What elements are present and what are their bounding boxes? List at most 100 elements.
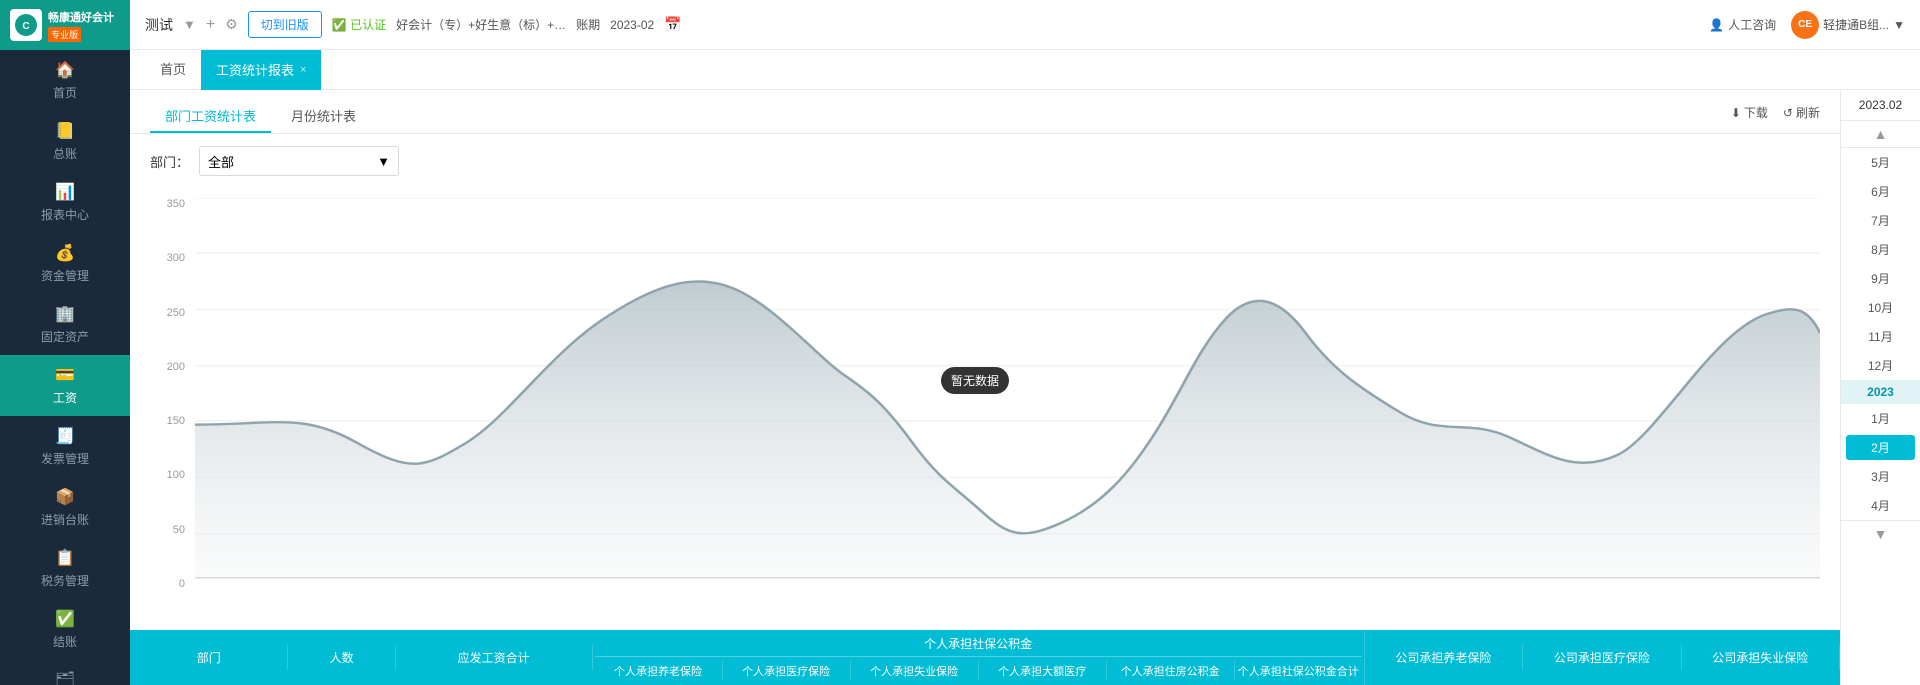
calendar-icon[interactable]: 📅: [664, 16, 681, 33]
sidebar-item-salary[interactable]: 💳 工资: [0, 355, 130, 416]
date-year-2023: 2023: [1841, 380, 1920, 404]
y-label-150: 150: [167, 415, 185, 427]
chart-svg-container: 暂无数据: [195, 198, 1820, 590]
date-month-10[interactable]: 10月: [1841, 293, 1920, 322]
y-label-350: 350: [167, 198, 185, 210]
topbar-right: 👤 人工咨询 CE 轻捷通B组... ▼: [1709, 11, 1905, 39]
th-g1-col2: 个人承担医疗保险: [723, 661, 851, 681]
y-label-250: 250: [167, 307, 185, 319]
funds-icon: 💰: [55, 243, 75, 263]
sidebar-item-label: 发票管理: [41, 450, 89, 467]
th-g1-col3: 个人承担失业保险: [851, 661, 979, 681]
dept-filter-select[interactable]: 全部 ▼: [199, 146, 399, 176]
help-btn[interactable]: 👤 人工咨询: [1709, 16, 1776, 33]
invoices-icon: 🧾: [55, 426, 75, 446]
th-group1-subs: 个人承担养老保险 个人承担医疗保险 个人承担失业保险 个人承担大额医疗 个人承担…: [595, 661, 1362, 681]
date-month-jan[interactable]: 1月: [1841, 404, 1920, 433]
switch-old-btn[interactable]: 切到旧版: [248, 11, 322, 38]
subtab-dept[interactable]: 部门工资统计表: [150, 100, 271, 133]
help-icon: 👤: [1709, 18, 1724, 32]
status-certified: ✅ 已认证: [332, 16, 386, 33]
sidebar-item-label: 结账: [53, 633, 77, 650]
th-dept: 部门: [130, 645, 288, 670]
subtab-right: ⬇ 下载 ↺ 刷新: [1731, 104, 1820, 129]
th-salary: 应发工资合计: [396, 645, 593, 670]
tab-close-icon[interactable]: ×: [300, 64, 306, 76]
topbar-plus[interactable]: +: [206, 16, 215, 34]
th-g1-col6: 个人承担社保公积金合计: [1235, 661, 1362, 681]
subtab-month[interactable]: 月份统计表: [276, 100, 371, 133]
y-label-0: 0: [179, 578, 185, 590]
download-icon: ⬇: [1731, 106, 1741, 120]
subtab-bar: 部门工资统计表 月份统计表 ⬇ 下载 ↺ 刷新: [130, 90, 1840, 134]
y-label-100: 100: [167, 469, 185, 481]
avatar: CE: [1791, 11, 1819, 39]
date-month-7[interactable]: 7月: [1841, 206, 1920, 235]
logo-icon: C: [10, 9, 42, 41]
th-co-unemployment: 公司承担失业保险: [1682, 645, 1840, 670]
sidebar-item-funds[interactable]: 💰 资金管理: [0, 233, 130, 294]
subtab-left: 部门工资统计表 月份统计表: [150, 100, 371, 133]
sidebar-item-trade[interactable]: 📦 进销台账: [0, 477, 130, 538]
sidebar-item-label: 固定资产: [41, 328, 89, 345]
refresh-btn[interactable]: ↺ 刷新: [1783, 104, 1820, 121]
topbar-arrow: ▼: [183, 17, 196, 32]
logo-text: 畅康通好会计 专业版: [48, 9, 114, 42]
date-month-11[interactable]: 11月: [1841, 322, 1920, 351]
user-profile[interactable]: CE 轻捷通B组... ▼: [1791, 11, 1905, 39]
th-g1-col5: 个人承担住房公积金: [1107, 661, 1235, 681]
chart-tooltip: 暂无数据: [941, 367, 1009, 394]
date-month-5[interactable]: 5月: [1841, 148, 1920, 177]
tab-salary[interactable]: 工资统计报表 ×: [201, 50, 321, 90]
main-panel: 部门工资统计表 月份统计表 ⬇ 下载 ↺ 刷新 部门：: [130, 90, 1840, 685]
assets-icon: 🏢: [55, 304, 75, 324]
tab-home[interactable]: 首页: [145, 50, 201, 90]
right-panel: 2023.02 ▲ 5月 6月 7月 8月 9月 10月 11月 12月 202…: [1840, 90, 1920, 685]
date-up-btn[interactable]: ▲: [1874, 126, 1888, 142]
y-label-200: 200: [167, 361, 185, 373]
checkout-icon: ✅: [55, 609, 75, 629]
main-area: 测试 ▼ + ⚙ 切到旧版 ✅ 已认证 好会计（专）+好生意（标）+… 账期 2…: [130, 0, 1920, 685]
date-month-12[interactable]: 12月: [1841, 351, 1920, 380]
date-month-9[interactable]: 9月: [1841, 264, 1920, 293]
y-label-50: 50: [173, 524, 185, 536]
th-g1-col4: 个人承担大额医疗: [979, 661, 1107, 681]
th-co-elderly: 公司承担养老保险: [1365, 645, 1523, 670]
topbar-gear[interactable]: ⚙: [225, 16, 238, 33]
date-nav-top: ▲: [1841, 121, 1920, 148]
date-month-apr[interactable]: 4月: [1841, 491, 1920, 520]
sidebar: C 畅康通好会计 专业版 🏠 首页 📒 总账 📊 报表中心 💰 资金管理 🏢 固…: [0, 0, 130, 685]
sidebar-item-label: 报表中心: [41, 206, 89, 223]
sidebar-item-archive[interactable]: 🗂 归档管理: [0, 660, 130, 685]
period-label: 账期: [576, 16, 600, 33]
th-group1-label: 个人承担社保公积金: [595, 635, 1362, 657]
sidebar-item-label: 工资: [53, 389, 77, 406]
date-month-8[interactable]: 8月: [1841, 235, 1920, 264]
sidebar-item-label: 税务管理: [41, 572, 89, 589]
sidebar-item-reports[interactable]: 📊 报表中心: [0, 172, 130, 233]
sidebar-item-ledger[interactable]: 📒 总账: [0, 111, 130, 172]
th-group1: 个人承担社保公积金 个人承担养老保险 个人承担医疗保险 个人承担失业保险 个人承…: [593, 631, 1365, 685]
svg-text:C: C: [22, 21, 29, 32]
date-month-mar[interactable]: 3月: [1841, 462, 1920, 491]
dept-filter-label: 部门：: [150, 152, 189, 171]
reports-icon: 📊: [55, 182, 75, 202]
th-g1-col1: 个人承担养老保险: [595, 661, 723, 681]
date-header: 2023.02: [1841, 90, 1920, 121]
sidebar-item-checkout[interactable]: ✅ 结账: [0, 599, 130, 660]
date-month-6[interactable]: 6月: [1841, 177, 1920, 206]
download-btn[interactable]: ⬇ 下载: [1731, 104, 1768, 121]
th-co-medical: 公司承担医疗保险: [1523, 645, 1681, 670]
date-down-btn[interactable]: ▼: [1874, 526, 1888, 542]
date-nav-bottom: ▼: [1841, 520, 1920, 547]
sidebar-item-invoices[interactable]: 🧾 发票管理: [0, 416, 130, 477]
sidebar-item-tax[interactable]: 📋 税务管理: [0, 538, 130, 599]
filter-bar: 部门： 全部 ▼: [130, 134, 1840, 188]
topbar-tags: 好会计（专）+好生意（标）+…: [396, 16, 566, 33]
sidebar-nav: 🏠 首页 📒 总账 📊 报表中心 💰 资金管理 🏢 固定资产 💳 工资 🧾 发票…: [0, 50, 130, 685]
ledger-icon: 📒: [55, 121, 75, 141]
refresh-icon: ↺: [1783, 106, 1793, 120]
date-month-feb[interactable]: 2月: [1846, 435, 1915, 460]
sidebar-item-assets[interactable]: 🏢 固定资产: [0, 294, 130, 355]
sidebar-item-home[interactable]: 🏠 首页: [0, 50, 130, 111]
